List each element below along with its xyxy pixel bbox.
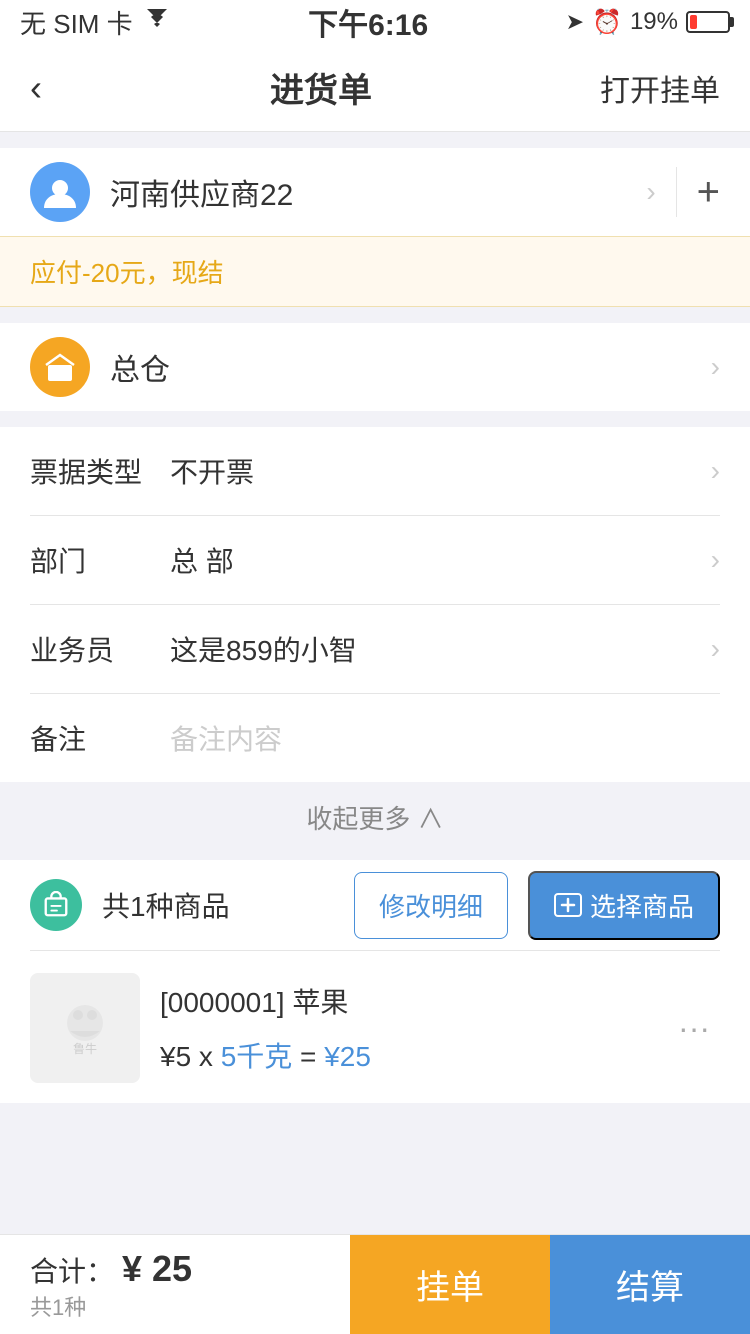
page-title: 进货单	[270, 63, 372, 112]
warehouse-row[interactable]: 总仓 ›	[0, 323, 750, 411]
hang-button[interactable]: 挂单	[350, 1235, 550, 1334]
battery-text: 19%	[630, 8, 678, 36]
warehouse-chevron-icon: ›	[711, 351, 720, 383]
invoice-chevron-icon: ›	[711, 455, 720, 487]
remark-row[interactable]: 备注 备注内容	[0, 694, 750, 782]
alarm-icon: ⏰	[592, 8, 622, 37]
status-time: 下午6:16	[308, 0, 428, 44]
salesperson-row[interactable]: 业务员 这是859的小智 ›	[0, 605, 750, 693]
product-section: 共1种商品 修改明细 选择商品 鲁牛 [0000001] 苹果	[0, 860, 750, 1103]
product-count-text: 共1种商品	[102, 885, 334, 925]
divider-top	[0, 132, 750, 148]
product-title: 苹果	[292, 987, 348, 1018]
form-section: 票据类型 不开票 › 部门 总 部 › 业务员 这是859的小智 › 备注 备注…	[0, 427, 750, 782]
remark-input[interactable]: 备注内容	[150, 718, 720, 758]
department-value: 总 部	[150, 540, 711, 580]
more-options-button[interactable]: ···	[668, 1000, 720, 1057]
unit-price: ¥5 x	[160, 1041, 221, 1072]
back-button[interactable]: ‹	[30, 67, 42, 109]
notice-bar: 应付-20元，现结	[0, 236, 750, 307]
salesperson-value: 这是859的小智	[150, 629, 711, 669]
salesperson-label: 业务员	[30, 629, 150, 669]
total-amount: ¥ 25	[122, 1248, 192, 1290]
divider-1	[0, 307, 750, 323]
status-carrier: 无 SIM 卡	[20, 4, 171, 41]
total-sub: 共1种	[30, 1290, 320, 1322]
checkout-button[interactable]: 结算	[550, 1235, 750, 1334]
bottom-spacer	[0, 1103, 750, 1203]
product-item: 鲁牛 [0000001] 苹果 ¥5 x 5千克 = ¥25 ···	[0, 953, 750, 1103]
product-header: 共1种商品 修改明细 选择商品	[0, 860, 750, 950]
total-section: 合计： ¥ 25 共1种	[0, 1235, 350, 1334]
divider-3	[0, 852, 750, 860]
select-product-button[interactable]: 选择商品	[528, 871, 720, 940]
modify-detail-button[interactable]: 修改明细	[354, 872, 508, 939]
battery-icon	[686, 11, 730, 33]
remark-label: 备注	[30, 718, 150, 758]
collapse-row[interactable]: 收起更多 ∧	[0, 782, 750, 852]
product-price: ¥5 x 5千克 = ¥25	[160, 1035, 648, 1075]
salesperson-chevron-icon: ›	[711, 633, 720, 665]
svg-text:鲁牛: 鲁牛	[73, 1041, 97, 1056]
invoice-value: 不开票	[150, 451, 711, 491]
total-label: 合计：	[30, 1250, 114, 1290]
supplier-divider	[676, 167, 677, 217]
warehouse-name: 总仓	[110, 345, 711, 389]
divider-2	[0, 411, 750, 427]
quantity: 5千克	[221, 1041, 293, 1072]
department-label: 部门	[30, 540, 150, 580]
location-icon: ➤	[566, 9, 584, 35]
invoice-row[interactable]: 票据类型 不开票 ›	[0, 427, 750, 515]
product-count-icon	[30, 879, 82, 931]
product-divider	[30, 950, 720, 951]
chevron-right-icon: ›	[646, 176, 655, 208]
product-info: [0000001] 苹果 ¥5 x 5千克 = ¥25	[160, 981, 648, 1075]
notice-text: 应付-20元，现结	[30, 258, 224, 288]
supplier-row[interactable]: 河南供应商22 › +	[0, 148, 750, 236]
add-button[interactable]: +	[697, 170, 720, 215]
select-product-label: 选择商品	[590, 887, 694, 924]
total-price: ¥25	[324, 1041, 371, 1072]
warehouse-section: 总仓 ›	[0, 323, 750, 411]
warehouse-icon	[30, 337, 90, 397]
nav-bar: ‹ 进货单 打开挂单	[0, 44, 750, 132]
supplier-name: 河南供应商22	[110, 170, 646, 214]
department-row[interactable]: 部门 总 部 ›	[0, 516, 750, 604]
supplier-avatar	[30, 162, 90, 222]
status-bar: 无 SIM 卡 下午6:16 ➤ ⏰ 19%	[0, 0, 750, 44]
collapse-label: 收起更多 ∧	[306, 799, 443, 836]
product-name: [0000001] 苹果	[160, 981, 648, 1021]
equals: =	[292, 1041, 324, 1072]
bottom-bar: 合计： ¥ 25 共1种 挂单 结算	[0, 1234, 750, 1334]
invoice-label: 票据类型	[30, 451, 150, 491]
department-chevron-icon: ›	[711, 544, 720, 576]
wifi-icon	[143, 7, 171, 38]
open-hang-button[interactable]: 打开挂单	[600, 66, 720, 110]
product-thumbnail: 鲁牛	[30, 973, 140, 1083]
supplier-section: 河南供应商22 › + 应付-20元，现结	[0, 148, 750, 307]
product-id: [0000001]	[160, 987, 292, 1018]
